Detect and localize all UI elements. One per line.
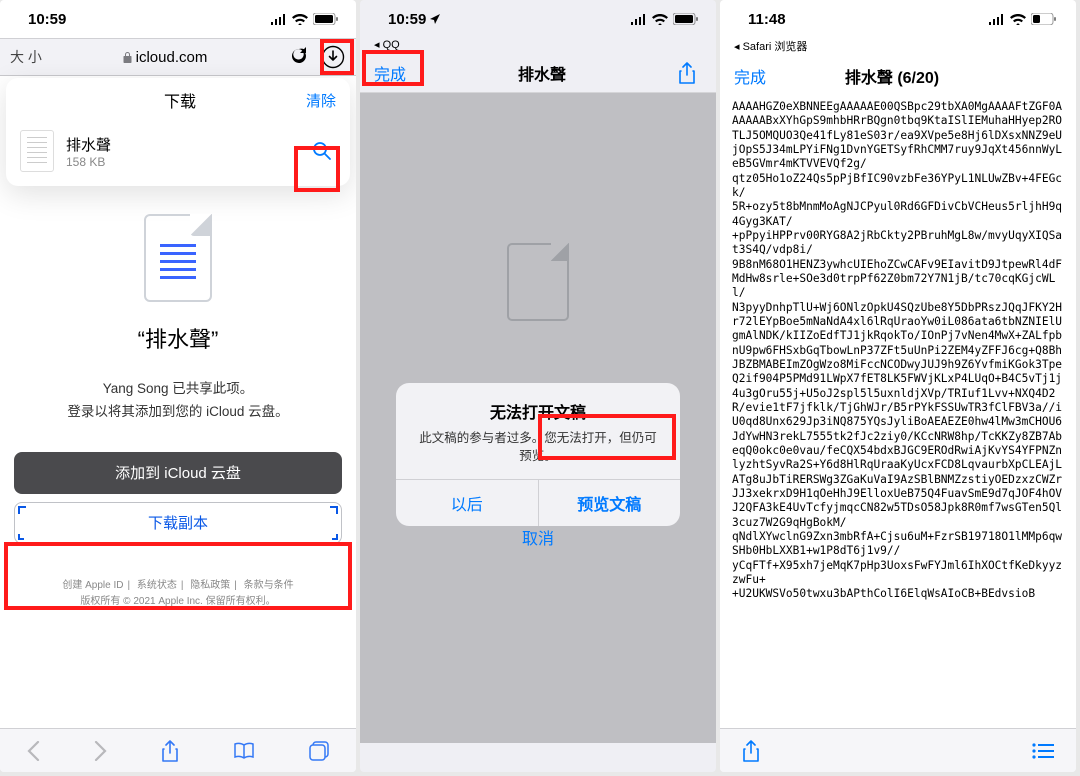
alert-later-button[interactable]: 以后 — [396, 480, 539, 526]
signal-icon — [630, 14, 647, 25]
alert-dialog: 无法打开文稿 此文稿的参与者过多。您无法打开，但仍可预览。 以后 预览文稿 — [396, 383, 680, 526]
clear-button[interactable]: 清除 — [306, 90, 336, 111]
refresh-button[interactable] — [286, 44, 312, 70]
share-icon — [678, 62, 696, 84]
text-size-control[interactable]: 大 小 — [10, 47, 44, 67]
doc-title: “排水聲” — [0, 322, 356, 354]
status-time: 10:59 — [388, 11, 426, 28]
footer-link[interactable]: 条款与条件 — [244, 580, 294, 591]
alert-title: 无法打开文稿 — [396, 383, 680, 425]
alert-message: 此文稿的参与者过多。您无法打开，但仍可预览。 — [396, 425, 680, 479]
url-field[interactable]: icloud.com — [52, 49, 278, 66]
list-icon — [1032, 743, 1054, 759]
back-app-label: Safari 浏览器 — [743, 41, 808, 53]
share-button[interactable] — [678, 62, 702, 84]
alert-preview-button[interactable]: 预览文稿 — [539, 480, 681, 526]
document-icon — [144, 214, 212, 302]
battery-icon — [1031, 13, 1058, 25]
footer-link[interactable]: 创建 Apple ID — [62, 580, 123, 591]
download-copy-button[interactable]: 下载副本 — [14, 502, 342, 544]
location-icon — [430, 14, 440, 24]
share-icon — [742, 740, 760, 762]
status-bar: 10:59 — [0, 0, 356, 38]
share-icon — [161, 740, 179, 762]
copyright: 版权所有 © 2021 Apple Inc. 保留所有权利。 — [0, 594, 356, 610]
status-bar: 11:48 — [720, 0, 1076, 38]
share-button[interactable] — [742, 740, 760, 762]
bookmarks-button[interactable] — [233, 742, 255, 760]
footer-link[interactable]: 隐私政策 — [190, 580, 230, 591]
back-to-app[interactable]: ◂ Safari 浏览器 — [720, 38, 1076, 56]
cancel-link[interactable]: 取消 — [360, 525, 716, 549]
lock-icon — [123, 51, 132, 63]
screen-3-text-viewer: 11:48 ◂ Safari 浏览器 完成 排水聲 (6/20) AAAAHGZ… — [720, 0, 1076, 772]
wifi-icon — [1010, 14, 1026, 25]
status-indicators — [630, 13, 698, 25]
file-thumb-icon — [20, 130, 54, 172]
tabs-icon — [309, 741, 329, 761]
share-line-2: 登录以将其添加到您的 iCloud 云盘。 — [28, 401, 328, 424]
url-text: icloud.com — [136, 49, 208, 66]
status-indicators — [988, 13, 1058, 25]
footer: 创建 Apple ID| 系统状态| 隐私政策| 条款与条件 版权所有 © 20… — [0, 578, 356, 610]
download-size: 158 KB — [66, 155, 296, 169]
refresh-icon — [290, 47, 308, 67]
back-button — [27, 741, 40, 761]
signal-icon — [270, 14, 287, 25]
share-text: Yang Song 已共享此项。 登录以将其添加到您的 iCloud 云盘。 — [0, 378, 356, 424]
safari-toolbar — [0, 728, 356, 772]
add-to-icloud-button[interactable]: 添加到 iCloud 云盘 — [14, 452, 342, 494]
download-item[interactable]: 排水聲 158 KB — [20, 122, 336, 180]
done-button[interactable]: 完成 — [374, 61, 406, 85]
status-time: 10:59 — [28, 11, 66, 28]
reveal-button[interactable] — [308, 137, 336, 165]
wifi-icon — [292, 14, 308, 25]
download-circle-icon — [321, 45, 345, 69]
nav-title: 排水聲 (6/20) — [722, 64, 1062, 88]
text-content: AAAAHGZ0eXBNNEEgAAAAAE00QSBpc29tbXA0MgAA… — [720, 96, 1076, 730]
share-button[interactable] — [161, 740, 179, 762]
battery-icon — [673, 13, 698, 25]
back-to-app[interactable]: ◂ QQ — [360, 38, 716, 53]
list-button[interactable] — [1032, 743, 1054, 759]
nav-title: 排水聲 — [406, 61, 678, 85]
downloads-button[interactable] — [320, 44, 346, 70]
url-bar: 大 小 icloud.com — [0, 38, 356, 76]
battery-icon — [313, 13, 338, 25]
tabs-button[interactable] — [309, 741, 329, 761]
screen-2-pages-preview: 10:59 ◂ QQ 完成 排水聲 无法打开文稿 此文稿的参与者过多。您无法打开… — [360, 0, 716, 772]
search-icon — [312, 141, 332, 161]
status-time: 11:48 — [748, 11, 786, 28]
share-line-1: Yang Song 已共享此项。 — [28, 378, 328, 401]
forward-button — [94, 741, 107, 761]
status-bar: 10:59 — [360, 0, 716, 38]
download-name: 排水聲 — [66, 134, 296, 155]
downloads-panel: 下载 清除 排水聲 158 KB — [6, 78, 350, 186]
footer-link[interactable]: 系统状态 — [137, 580, 177, 591]
wifi-icon — [652, 14, 668, 25]
book-icon — [233, 742, 255, 760]
downloads-title: 下载 — [54, 88, 306, 112]
signal-icon — [988, 14, 1005, 25]
bottom-toolbar — [720, 728, 1076, 772]
nav-bar: 完成 排水聲 (6/20) — [720, 56, 1076, 96]
screen-1-safari-icloud: 10:59 大 小 icloud.com 下载 清除 排水聲 — [0, 0, 356, 772]
status-indicators — [270, 13, 338, 25]
download-copy-label: 下载副本 — [148, 512, 208, 533]
back-app-label: QQ — [383, 39, 400, 51]
nav-bar: 完成 排水聲 — [360, 53, 716, 93]
